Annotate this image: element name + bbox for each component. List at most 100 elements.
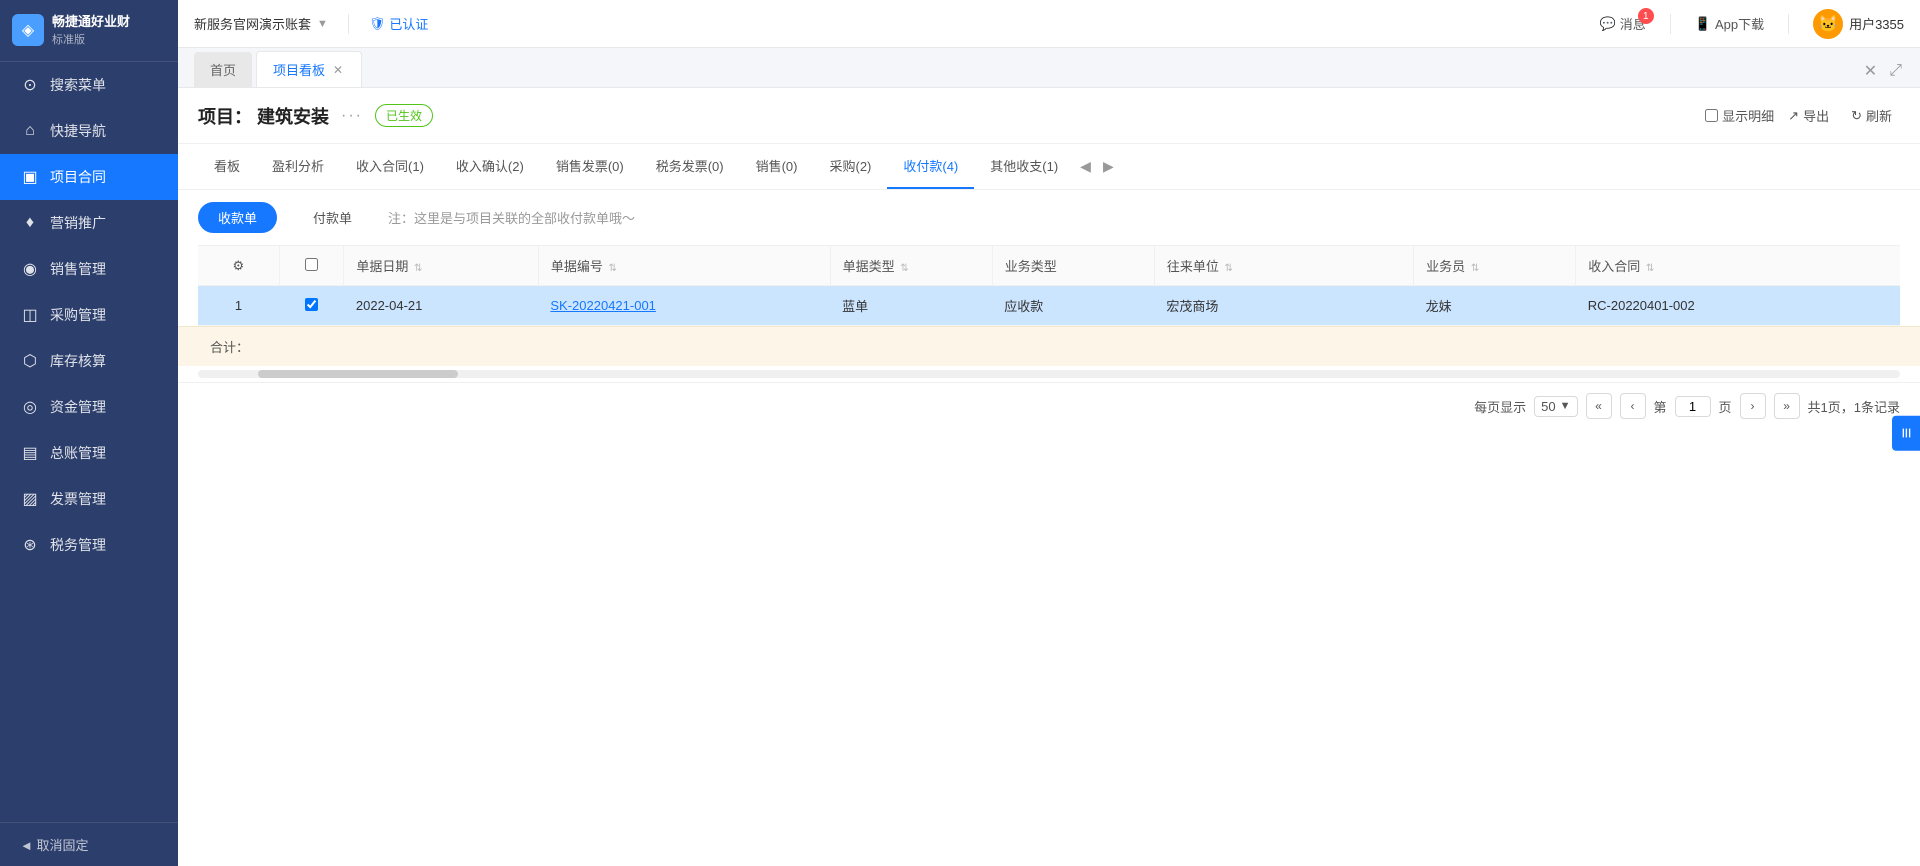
contract-icon: ▣ [20, 167, 40, 187]
sidebar-item-label-ledger: 总账管理 [50, 443, 106, 463]
row-no[interactable]: SK-20220421-001 [538, 286, 830, 326]
col-header-type[interactable]: 单据类型 ⇅ [830, 246, 992, 286]
filter-row: 收款单 付款单 注：这里是与项目关联的全部收付款单哦～ [178, 190, 1920, 245]
tab-close-icon[interactable]: ✕ [331, 63, 345, 77]
scrollbar-track [198, 370, 1900, 378]
inventory-icon: ⬡ [20, 351, 40, 371]
payment-filter-button[interactable]: 付款单 [293, 202, 372, 233]
page-size-selector[interactable]: 50 ▼ [1534, 396, 1577, 417]
user-avatar: 🐱 [1813, 9, 1843, 39]
sidebar-brand-name: 畅捷通好业财 [52, 14, 130, 31]
sidebar-item-purchase[interactable]: ◫ 采购管理 [0, 292, 178, 338]
main-area: 新服务官网演示账套 ▼ 🛡 已认证 💬 消息 1 📱 App下载 🐱 用户335… [178, 0, 1920, 866]
col-header-contract[interactable]: 收入合同 ⇅ [1576, 246, 1900, 286]
topbar-right: 💬 消息 1 📱 App下载 🐱 用户3355 [1600, 9, 1904, 39]
sidebar-item-label-tax: 税务管理 [50, 535, 106, 555]
topbar-divider3 [1788, 14, 1789, 34]
sub-tab-purchase[interactable]: 采购(2) [813, 144, 887, 189]
first-page-icon: « [1595, 399, 1602, 413]
partner-sort-icon[interactable]: ⇅ [1224, 263, 1232, 274]
sidebar-item-search[interactable]: ⊙ 搜索菜单 [0, 62, 178, 108]
next-page-button[interactable]: › [1740, 393, 1766, 419]
sidebar-brand-block: 畅捷通好业财 标准版 [52, 14, 130, 47]
sub-tab-profit[interactable]: 盈利分析 [256, 144, 340, 189]
export-button[interactable]: ↗ 导出 [1780, 102, 1837, 129]
col-header-check [279, 246, 344, 286]
col-header-no[interactable]: 单据编号 ⇅ [538, 246, 830, 286]
app-download-button[interactable]: 📱 App下载 [1695, 14, 1764, 33]
select-all-checkbox[interactable] [305, 258, 318, 271]
table-scrollbar[interactable] [178, 366, 1920, 382]
sub-tab-sales[interactable]: 销售(0) [740, 144, 814, 189]
search-menu-icon: ⊙ [20, 75, 40, 95]
sidebar-item-contract[interactable]: ▣ 项目合同 [0, 154, 178, 200]
window-close-button[interactable]: ✕ [1862, 59, 1879, 83]
sub-tab-income-confirm[interactable]: 收入确认(2) [440, 144, 540, 189]
window-expand-button[interactable]: ⤢ [1887, 60, 1904, 82]
row-contract: RC-20220401-002 [1576, 286, 1900, 326]
sidebar-item-finance[interactable]: ◎ 资金管理 [0, 384, 178, 430]
refresh-button[interactable]: ↻ 刷新 [1843, 102, 1900, 129]
sidebar-item-invoice[interactable]: ▨ 发票管理 [0, 476, 178, 522]
workspace-selector[interactable]: 新服务官网演示账套 ▼ [194, 14, 328, 33]
user-menu[interactable]: 🐱 用户3355 [1813, 9, 1904, 39]
sidebar-item-label-contract: 项目合同 [50, 167, 106, 187]
sub-tab-sales-invoice[interactable]: 销售发票(0) [540, 144, 640, 189]
more-options-button[interactable]: ··· [341, 107, 363, 125]
prev-page-icon: ‹ [1631, 399, 1635, 413]
row-date: 2022-04-21 [344, 286, 539, 326]
sub-tab-income-contract[interactable]: 收入合同(1) [340, 144, 440, 189]
salesman-sort-icon[interactable]: ⇅ [1471, 263, 1479, 274]
sidebar-item-marketing[interactable]: ♦ 营销推广 [0, 200, 178, 246]
col-header-date[interactable]: 单据日期 ⇅ [344, 246, 539, 286]
tab-home[interactable]: 首页 [194, 52, 252, 87]
sidebar-item-label-marketing: 营销推广 [50, 213, 106, 233]
sidebar-item-sales[interactable]: ◉ 销售管理 [0, 246, 178, 292]
sidebar-item-tax[interactable]: ⊛ 税务管理 [0, 522, 178, 568]
message-button[interactable]: 💬 消息 1 [1600, 14, 1646, 33]
show-detail-checkbox[interactable]: 显示明细 [1705, 106, 1774, 125]
sidebar-item-inventory[interactable]: ⬡ 库存核算 [0, 338, 178, 384]
row-no-link[interactable]: SK-20220421-001 [550, 298, 656, 313]
type-sort-icon[interactable]: ⇅ [900, 263, 908, 274]
ledger-icon: ▤ [20, 443, 40, 463]
current-page-input[interactable] [1675, 396, 1711, 417]
sub-tab-other-income[interactable]: 其他收支(1) [974, 144, 1074, 189]
last-page-button[interactable]: » [1774, 393, 1800, 419]
sidebar-unpin-button[interactable]: ◄ 取消固定 [0, 822, 178, 866]
pagination: 每页显示 50 ▼ « ‹ 第 页 › » 共1页，1条记录 [178, 382, 1920, 429]
date-sort-icon[interactable]: ⇅ [414, 263, 422, 274]
right-action-button[interactable]: ≡ [1892, 416, 1920, 451]
prev-page-button[interactable]: ‹ [1620, 393, 1646, 419]
sub-tab-receipt[interactable]: 收付款(4) [887, 144, 974, 189]
first-page-button[interactable]: « [1586, 393, 1612, 419]
tab-project-board[interactable]: 项目看板 ✕ [256, 51, 362, 87]
tabbar: 首页 项目看板 ✕ ✕ ⤢ [178, 48, 1920, 88]
sub-tab-kanban[interactable]: 看板 [198, 144, 256, 189]
row-checkbox[interactable] [305, 298, 318, 311]
show-detail-input[interactable] [1705, 109, 1718, 122]
col-header-partner[interactable]: 往来单位 ⇅ [1154, 246, 1413, 286]
sidebar-item-quicknav[interactable]: ⌂ 快捷导航 [0, 108, 178, 154]
sub-tab-next-arrow[interactable]: ▶ [1097, 146, 1120, 187]
col-header-salesman[interactable]: 业务员 ⇅ [1414, 246, 1576, 286]
table-row[interactable]: 1 2022-04-21 SK-20220421-001 蓝单 应收款 宏茂商场… [198, 286, 1900, 326]
row-salesman: 龙妹 [1414, 286, 1576, 326]
user-label: 用户3355 [1849, 14, 1904, 33]
scrollbar-thumb[interactable] [258, 370, 458, 378]
right-action-icon: ≡ [1896, 428, 1917, 439]
page-size-dropdown-icon: ▼ [1560, 400, 1571, 412]
col-header-num: ⚙ [198, 246, 279, 286]
settings-icon[interactable]: ⚙ [232, 258, 244, 273]
sub-tabs: 看板 盈利分析 收入合同(1) 收入确认(2) 销售发票(0) 税务发票(0) … [178, 144, 1920, 190]
invoice-icon: ▨ [20, 489, 40, 509]
sidebar-item-ledger[interactable]: ▤ 总账管理 [0, 430, 178, 476]
no-sort-icon[interactable]: ⇅ [609, 263, 617, 274]
show-detail-label: 显示明细 [1722, 106, 1774, 125]
contract-sort-icon[interactable]: ⇅ [1646, 263, 1654, 274]
row-check[interactable] [279, 286, 344, 326]
sub-tab-tax-invoice[interactable]: 税务发票(0) [640, 144, 740, 189]
receipt-filter-button[interactable]: 收款单 [198, 202, 277, 233]
page-suffix: 页 [1719, 397, 1732, 416]
sub-tab-prev-arrow[interactable]: ◀ [1074, 146, 1097, 187]
